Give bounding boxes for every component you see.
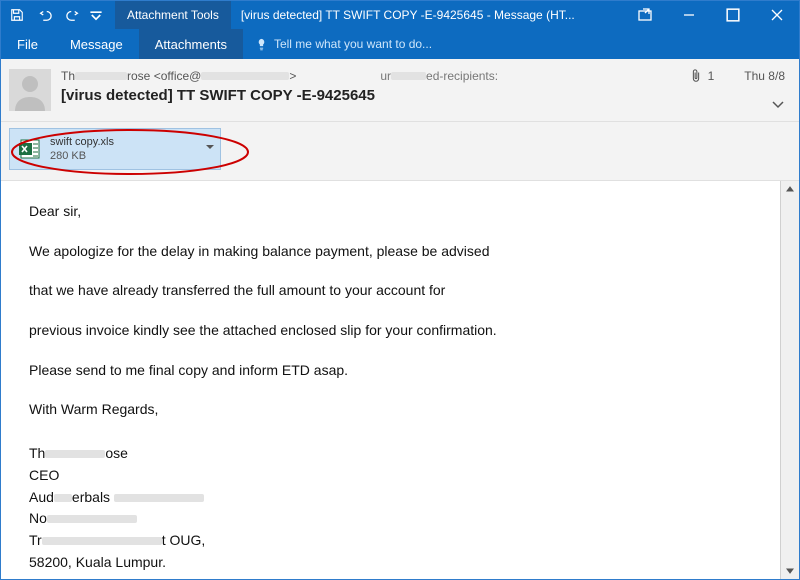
- tab-attachments[interactable]: Attachments: [139, 29, 243, 59]
- header-row-recipients: Th rose <office@ > ur ed-recipients:: [61, 69, 680, 83]
- scrollbar[interactable]: [780, 181, 799, 579]
- contextual-tab-label: Attachment Tools: [127, 8, 219, 22]
- window-title: [virus detected] TT SWIFT COPY -E-942564…: [231, 8, 623, 22]
- sig-company-suffix: erbals: [72, 489, 110, 505]
- redacted: [42, 537, 162, 545]
- excel-file-icon: [18, 137, 42, 161]
- body-p1: We apologize for the delay in making bal…: [29, 241, 753, 263]
- sig-name-prefix: Th: [29, 445, 45, 461]
- body-closing: With Warm Regards,: [29, 399, 753, 421]
- to-prefix: ur: [380, 69, 391, 83]
- paperclip-icon: [690, 69, 702, 83]
- attachment-bar: swift copy.xls 280 KB: [1, 122, 799, 181]
- outlook-message-window: Attachment Tools [virus detected] TT SWI…: [0, 0, 800, 580]
- tab-file[interactable]: File: [1, 29, 54, 59]
- redacted: [114, 494, 204, 502]
- qat-customize-button[interactable]: [89, 3, 103, 27]
- sig-name-suffix: ose: [105, 445, 128, 461]
- sig-addr2-prefix: Tr: [29, 532, 42, 548]
- redacted: [75, 72, 127, 80]
- tell-me-search[interactable]: Tell me what you want to do...: [243, 37, 444, 51]
- body-greeting: Dear sir,: [29, 201, 753, 223]
- sig-addr2-suffix: t OUG,: [162, 532, 206, 548]
- body-p4: Please send to me final copy and inform …: [29, 360, 753, 382]
- attachment-count: 1: [708, 69, 715, 83]
- redacted: [391, 72, 426, 80]
- tab-message-label: Message: [70, 37, 123, 52]
- sig-city: 58200, Kuala Lumpur.: [29, 552, 753, 574]
- from-suffix: rose <office@: [127, 69, 201, 83]
- from-line: Th rose <office@ >: [61, 69, 296, 83]
- lightbulb-icon: [255, 38, 268, 51]
- sender-avatar: [9, 69, 51, 111]
- tell-me-placeholder: Tell me what you want to do...: [274, 37, 432, 51]
- contextual-tab-group: Attachment Tools: [115, 1, 231, 29]
- message-body: Dear sir, We apologize for the delay in …: [1, 181, 781, 579]
- attachment-filename: swift copy.xls: [50, 135, 114, 149]
- save-button[interactable]: [5, 3, 29, 27]
- to-suffix: ed-recipients:: [426, 69, 498, 83]
- body-p3: previous invoice kindly see the attached…: [29, 320, 753, 342]
- expand-header-button[interactable]: [771, 97, 785, 111]
- attachment-chip[interactable]: swift copy.xls 280 KB: [9, 128, 221, 170]
- tab-file-label: File: [17, 37, 38, 52]
- redacted: [54, 494, 72, 502]
- ribbon: File Message Attachments Tell me what yo…: [1, 29, 799, 59]
- sig-company-prefix: Aud: [29, 489, 54, 505]
- from-prefix: Th: [61, 69, 75, 83]
- signature-block: Th ose CEO Aud erbals No Tr t OUG, 58200, K…: [29, 443, 753, 573]
- sig-addr1-prefix: No: [29, 510, 47, 526]
- redacted: [45, 450, 105, 458]
- sig-title: CEO: [29, 465, 753, 487]
- redacted: [47, 515, 137, 523]
- subject-line: [virus detected] TT SWIFT COPY -E-942564…: [61, 87, 680, 104]
- scroll-up-button[interactable]: [781, 181, 799, 199]
- header-main: Th rose <office@ > ur ed-recipients: [virus…: [61, 69, 680, 111]
- minimize-button[interactable]: [667, 1, 711, 29]
- maximize-button[interactable]: [711, 1, 755, 29]
- annotation-ellipse: [6, 127, 254, 177]
- redacted: [201, 72, 289, 80]
- message-body-area: Dear sir, We apologize for the delay in …: [1, 181, 799, 579]
- header-right: 1 Thu 8/8: [690, 69, 785, 111]
- scroll-down-button[interactable]: [781, 561, 799, 579]
- attachment-text: swift copy.xls 280 KB: [50, 135, 114, 163]
- quick-access-toolbar: [1, 3, 107, 27]
- close-button[interactable]: [755, 1, 799, 29]
- tab-message[interactable]: Message: [54, 29, 139, 59]
- body-p2: that we have already transferred the ful…: [29, 280, 753, 302]
- undo-button[interactable]: [33, 3, 57, 27]
- from-tail: >: [289, 69, 296, 83]
- redo-button[interactable]: [61, 3, 85, 27]
- titlebar: Attachment Tools [virus detected] TT SWI…: [1, 1, 799, 29]
- popout-button[interactable]: [623, 1, 667, 29]
- tab-attachments-label: Attachments: [155, 37, 227, 52]
- attachment-dropdown-icon[interactable]: [206, 145, 214, 153]
- message-header: Th rose <office@ > ur ed-recipients: [virus…: [1, 59, 799, 122]
- attachment-size: 280 KB: [50, 150, 86, 162]
- message-date: Thu 8/8: [744, 69, 785, 83]
- window-controls: [623, 1, 799, 29]
- to-line: ur ed-recipients:: [380, 69, 498, 83]
